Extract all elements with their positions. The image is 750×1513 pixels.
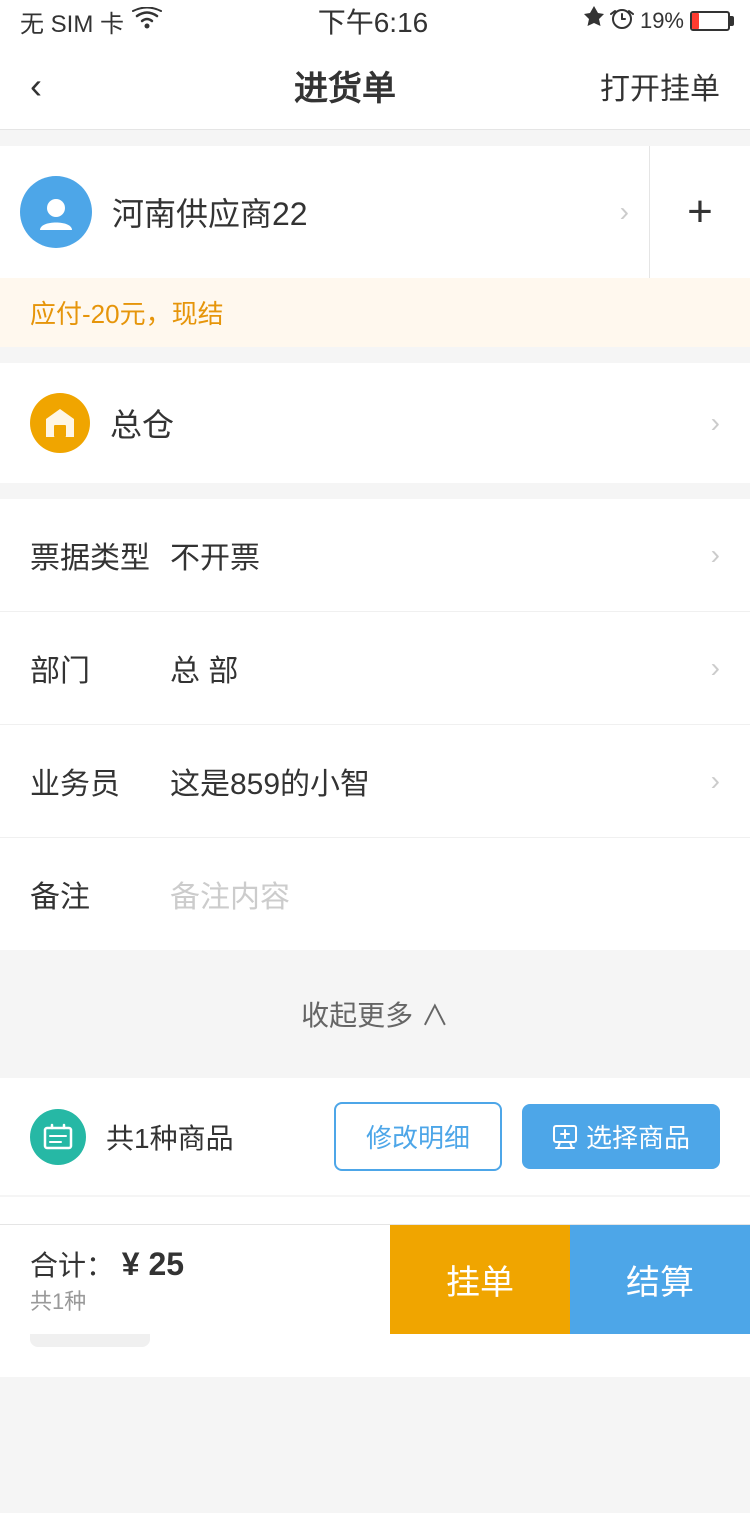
total-prefix: 合计： bbox=[30, 1250, 114, 1281]
select-product-button[interactable]: 选择商品 bbox=[522, 1104, 720, 1169]
product-count-icon bbox=[30, 1109, 86, 1165]
page-title: 进货单 bbox=[294, 61, 396, 110]
department-row[interactable]: 部门 总 部 › bbox=[0, 612, 750, 725]
department-label: 部门 bbox=[30, 646, 170, 690]
total-amount: ¥ 25 bbox=[122, 1246, 184, 1282]
total-section: 合计： ¥ 25 共1种 bbox=[0, 1225, 390, 1334]
product-header: 共1种商品 修改明细 选择商品 bbox=[0, 1078, 750, 1195]
open-pending-button[interactable]: 打开挂单 bbox=[600, 64, 720, 108]
warehouse-name: 总仓 bbox=[110, 400, 711, 446]
bottom-bar: 合计： ¥ 25 共1种 挂单 结算 bbox=[0, 1224, 750, 1334]
supplier-row[interactable]: 河南供应商22 › bbox=[0, 146, 650, 278]
status-time: 下午6:16 bbox=[318, 1, 429, 41]
salesman-row[interactable]: 业务员 这是859的小智 › bbox=[0, 725, 750, 838]
department-chevron-icon: › bbox=[711, 652, 720, 684]
edit-detail-button[interactable]: 修改明细 bbox=[334, 1102, 502, 1171]
remark-label: 备注 bbox=[30, 872, 170, 916]
location-icon bbox=[584, 6, 604, 36]
salesman-label: 业务员 bbox=[30, 759, 170, 803]
supplier-chevron-icon: › bbox=[620, 196, 629, 228]
battery-icon bbox=[690, 11, 730, 31]
invoice-type-value: 不开票 bbox=[170, 533, 711, 577]
total-row: 合计： ¥ 25 bbox=[30, 1244, 360, 1284]
total-label: 合计： ¥ 25 bbox=[30, 1250, 184, 1281]
nav-bar: ‹ 进货单 打开挂单 bbox=[0, 42, 750, 130]
salesman-value: 这是859的小智 bbox=[170, 759, 711, 803]
supplier-section: 河南供应商22 › + bbox=[0, 146, 750, 278]
collapse-button[interactable]: 收起更多 ∧ bbox=[0, 966, 750, 1062]
product-count: 共1种商品 bbox=[106, 1117, 314, 1157]
supplier-alert: 应付-20元，现结 bbox=[0, 278, 750, 347]
status-indicators: 19% bbox=[584, 6, 730, 36]
invoice-type-row[interactable]: 票据类型 不开票 › bbox=[0, 499, 750, 612]
salesman-chevron-icon: › bbox=[711, 765, 720, 797]
pending-button[interactable]: 挂单 bbox=[390, 1225, 570, 1334]
form-section: 票据类型 不开票 › 部门 总 部 › 业务员 这是859的小智 › 备注 备注… bbox=[0, 499, 750, 950]
battery-percentage: 19% bbox=[640, 8, 684, 34]
status-carrier: 无 SIM 卡 bbox=[20, 4, 162, 39]
invoice-type-label: 票据类型 bbox=[30, 533, 170, 577]
total-count: 共1种 bbox=[30, 1284, 360, 1316]
battery-fill bbox=[692, 13, 699, 29]
invoice-chevron-icon: › bbox=[711, 539, 720, 571]
warehouse-icon bbox=[30, 393, 90, 453]
alarm-icon bbox=[610, 6, 634, 36]
wifi-icon bbox=[132, 7, 162, 36]
add-supplier-button[interactable]: + bbox=[650, 146, 750, 278]
department-value: 总 部 bbox=[170, 646, 711, 690]
select-product-label: 选择商品 bbox=[586, 1118, 690, 1155]
remark-row[interactable]: 备注 备注内容 bbox=[0, 838, 750, 950]
warehouse-chevron-icon: › bbox=[711, 407, 720, 439]
carrier-text: 无 SIM 卡 bbox=[20, 4, 124, 39]
supplier-avatar bbox=[20, 176, 92, 248]
checkout-button[interactable]: 结算 bbox=[570, 1225, 750, 1334]
remark-value: 备注内容 bbox=[170, 872, 720, 916]
separator-1 bbox=[0, 130, 750, 146]
back-button[interactable]: ‹ bbox=[30, 65, 90, 107]
supplier-name: 河南供应商22 bbox=[112, 189, 620, 235]
warehouse-row[interactable]: 总仓 › bbox=[0, 363, 750, 483]
status-bar: 无 SIM 卡 下午6:16 19 bbox=[0, 0, 750, 42]
